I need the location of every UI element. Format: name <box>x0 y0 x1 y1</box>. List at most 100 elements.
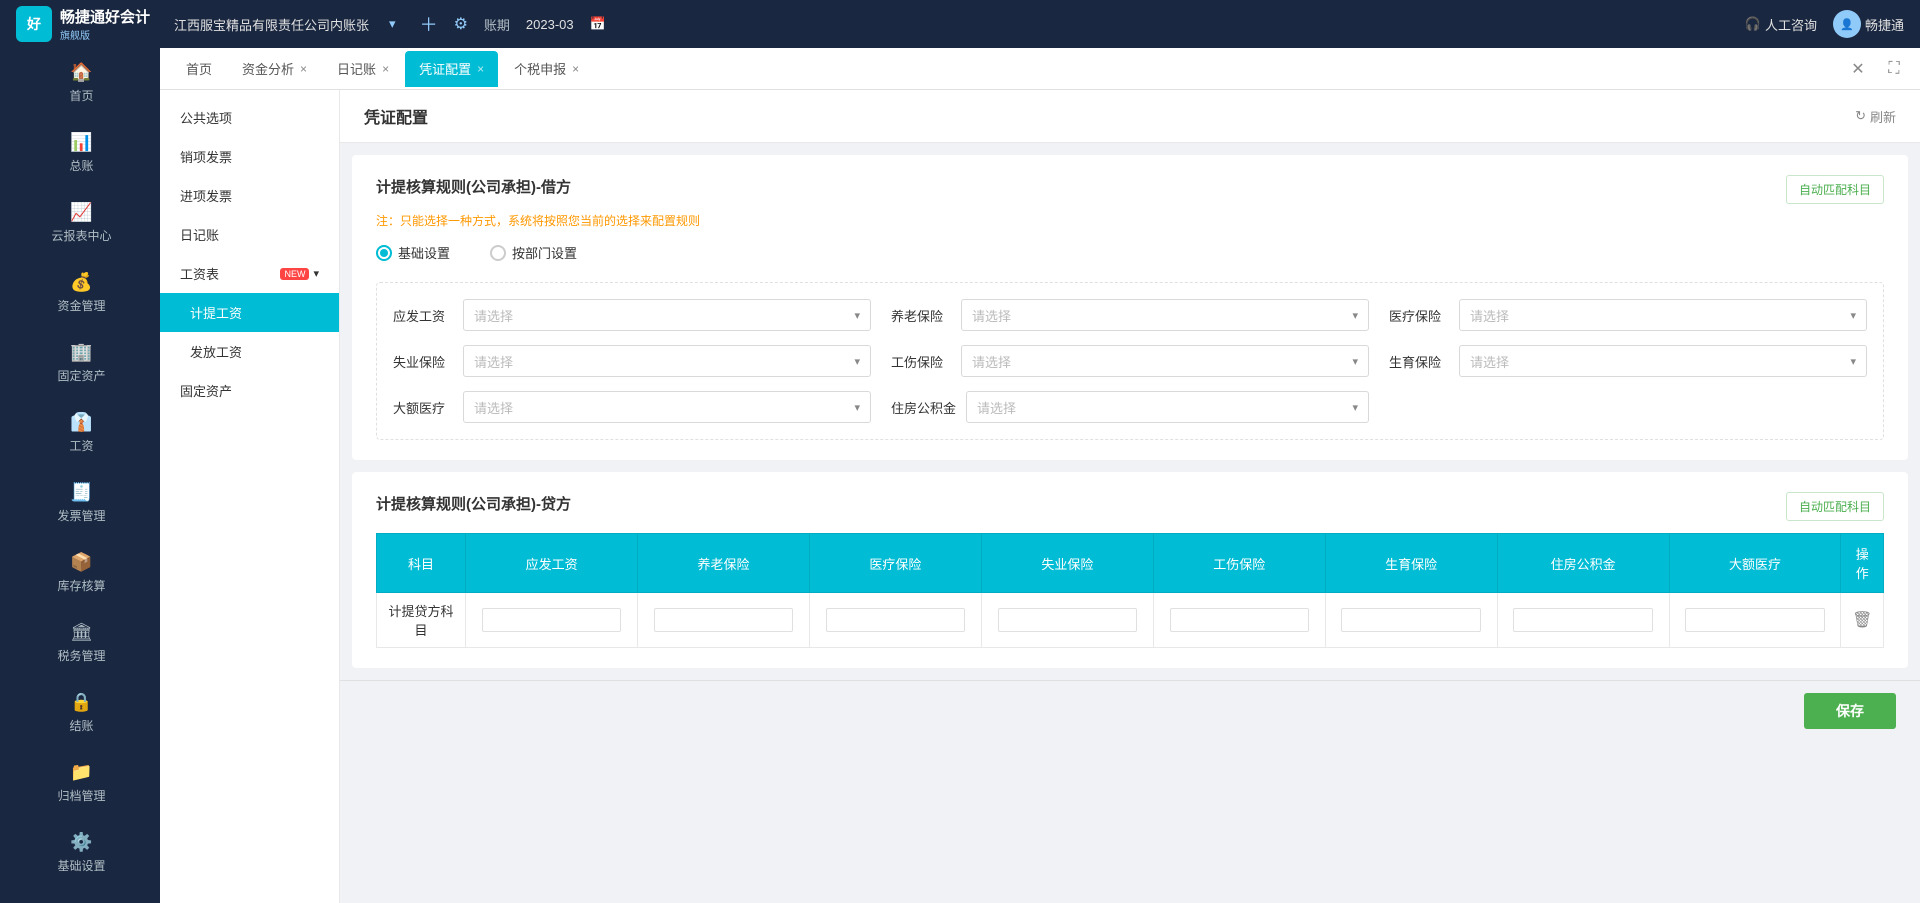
cell-work-injury-val <box>1153 593 1325 648</box>
field-major-medical: 大额医疗 请选择 ▾ <box>393 391 871 423</box>
sidebar-item-fund[interactable]: 💰 资金管理 <box>0 258 160 328</box>
cloud-icon: 📈 <box>70 202 92 223</box>
select-unemployment-placeholder: 请选择 <box>474 352 513 371</box>
topbar: 好 畅捷通好会计 旗舰版 江西服宝精品有限责任公司内账张 ▾ ＋ ⚙ 账期 20… <box>0 0 1920 48</box>
select-major-medical[interactable]: 请选择 ▾ <box>463 391 871 423</box>
logo-subtitle: 旗舰版 <box>60 27 150 42</box>
debit-auto-match-button[interactable]: 自动匹配科目 <box>1786 175 1884 204</box>
sidebar-label-fund: 资金管理 <box>57 297 105 314</box>
settings-icon[interactable]: ⚙ <box>454 14 468 34</box>
sidebar-item-home[interactable]: 🏠 首页 <box>0 48 160 118</box>
tabbar: 首页 资金分析 × 日记账 × 凭证配置 × 个税申报 × ✕ ⛶ <box>160 48 1920 90</box>
input-salary-credit[interactable] <box>482 608 621 632</box>
sidebar-item-cloud[interactable]: 📈 云报表中心 <box>0 188 160 258</box>
credit-auto-match-button[interactable]: 自动匹配科目 <box>1786 492 1884 521</box>
sidebar-item-settings[interactable]: ⚙️ 基础设置 <box>0 818 160 888</box>
sidebar-item-ledger[interactable]: 📊 总账 <box>0 118 160 188</box>
th-work-injury: 工伤保险 <box>1153 534 1325 593</box>
save-button[interactable]: 保存 <box>1804 693 1896 729</box>
user-menu[interactable]: 👤 畅捷通 <box>1833 10 1904 38</box>
tab-journal-close[interactable]: × <box>382 62 389 76</box>
sidebar-item-guide[interactable]: 📖 新手引导 <box>0 888 160 903</box>
sub-item-purchase[interactable]: 进项发票 <box>160 176 339 215</box>
select-housing-fund[interactable]: 请选择 ▾ <box>966 391 1369 423</box>
input-maternity-credit[interactable] <box>1341 608 1480 632</box>
sidebar-item-salary[interactable]: 👔 工资 <box>0 398 160 468</box>
input-work-injury-credit[interactable] <box>1170 608 1309 632</box>
sidebar-item-close[interactable]: 🔒 结账 <box>0 678 160 748</box>
cell-unemployment-val <box>981 593 1153 648</box>
sub-item-journal[interactable]: 日记账 <box>160 215 339 254</box>
tab-journal[interactable]: 日记账 × <box>323 51 403 87</box>
radio-basic[interactable]: 基础设置 <box>376 243 450 262</box>
field-pension: 养老保险 请选择 ▾ <box>891 299 1369 331</box>
tab-home[interactable]: 首页 <box>172 51 226 87</box>
tab-tax-close[interactable]: × <box>572 62 579 76</box>
credit-table-header-row: 科目 应发工资 养老保险 医疗保险 失业保险 工伤保险 生育保险 住房公积金 大… <box>377 534 1884 593</box>
refresh-label: 刷新 <box>1870 107 1896 126</box>
period-value: 2023-03 <box>526 17 574 32</box>
field-salary-payable: 应发工资 请选择 ▾ <box>393 299 871 331</box>
select-unemployment[interactable]: 请选择 ▾ <box>463 345 871 377</box>
input-major-medical-credit[interactable] <box>1685 608 1824 632</box>
delete-row-button[interactable]: 🗑 <box>1852 612 1872 629</box>
sub-item-wage-calc[interactable]: 计提工资 <box>160 293 339 332</box>
sidebar-item-asset[interactable]: 🏢 固定资产 <box>0 328 160 398</box>
cell-pension-val <box>638 593 810 648</box>
tab-voucher[interactable]: 凭证配置 × <box>405 51 498 87</box>
label-maternity: 生育保险 <box>1389 352 1449 371</box>
debit-radio-group: 基础设置 按部门设置 <box>376 243 1884 262</box>
tab-voucher-close[interactable]: × <box>477 62 484 76</box>
maximize-window-button[interactable]: ⛶ <box>1880 55 1908 83</box>
tab-fund-close[interactable]: × <box>300 62 307 76</box>
chevron-down-icon: ▾ <box>313 267 319 280</box>
tab-home-label: 首页 <box>186 59 212 78</box>
sidebar-item-inventory[interactable]: 📦 库存核算 <box>0 538 160 608</box>
sidebar-item-tax[interactable]: 🏛 税务管理 <box>0 608 160 678</box>
sidebar-label-close: 结账 <box>69 717 93 734</box>
label-pension: 养老保险 <box>891 306 951 325</box>
input-unemployment-credit[interactable] <box>998 608 1137 632</box>
main-layout: 🏠 首页 📊 总账 📈 云报表中心 💰 资金管理 🏢 固定资产 👔 工资 🧾 发… <box>0 48 1920 903</box>
select-salary-payable[interactable]: 请选择 ▾ <box>463 299 871 331</box>
radio-basic-label: 基础设置 <box>398 243 450 262</box>
tab-tax[interactable]: 个税申报 × <box>500 51 593 87</box>
close-window-button[interactable]: ✕ <box>1844 55 1872 83</box>
sub-item-sales[interactable]: 销项发票 <box>160 137 339 176</box>
label-work-injury: 工伤保险 <box>891 352 951 371</box>
th-medical: 医疗保险 <box>809 534 981 593</box>
select-maternity[interactable]: 请选择 ▾ <box>1459 345 1867 377</box>
select-medical[interactable]: 请选择 ▾ <box>1459 299 1867 331</box>
sub-item-fixed-asset[interactable]: 固定资产 <box>160 371 339 410</box>
sidebar-label-inventory: 库存核算 <box>57 577 105 594</box>
sub-item-public[interactable]: 公共选项 <box>160 98 339 137</box>
sidebar-label-home: 首页 <box>69 87 93 104</box>
logo-text-block: 畅捷通好会计 旗舰版 <box>60 6 150 42</box>
tab-fund[interactable]: 资金分析 × <box>228 51 321 87</box>
select-pension[interactable]: 请选择 ▾ <box>961 299 1369 331</box>
sidebar-label-cloud: 云报表中心 <box>51 227 111 244</box>
field-work-injury: 工伤保险 请选择 ▾ <box>891 345 1369 377</box>
company-dropdown-icon[interactable]: ▾ <box>389 16 396 32</box>
refresh-button[interactable]: ↻ 刷新 <box>1855 107 1896 126</box>
support-button[interactable]: 🎧 人工咨询 <box>1745 15 1817 34</box>
label-housing-fund: 住房公积金 <box>891 398 956 417</box>
tax-icon: 🏛 <box>70 622 93 643</box>
sidebar-label-invoice: 发票管理 <box>57 507 105 524</box>
debit-section-header: 计提核算规则(公司承担)-借方 自动匹配科目 <box>376 175 1884 204</box>
input-medical-credit[interactable] <box>826 608 965 632</box>
input-housing-credit[interactable] <box>1513 608 1652 632</box>
asset-icon: 🏢 <box>70 342 92 363</box>
select-work-injury[interactable]: 请选择 ▾ <box>961 345 1369 377</box>
sub-item-wage-pay[interactable]: 发放工资 <box>160 332 339 371</box>
add-button[interactable]: ＋ <box>420 11 438 37</box>
th-housing: 住房公积金 <box>1497 534 1669 593</box>
input-pension-credit[interactable] <box>654 608 793 632</box>
select-maternity-arrow: ▾ <box>1850 355 1856 368</box>
radio-dept[interactable]: 按部门设置 <box>490 243 577 262</box>
sidebar-item-archive[interactable]: 📁 归档管理 <box>0 748 160 818</box>
sidebar-item-invoice[interactable]: 🧾 发票管理 <box>0 468 160 538</box>
sub-item-wage-sheet[interactable]: 工资表 NEW ▾ <box>160 254 339 293</box>
calendar-icon[interactable]: 📅 <box>590 16 606 32</box>
select-salary-payable-placeholder: 请选择 <box>474 306 513 325</box>
